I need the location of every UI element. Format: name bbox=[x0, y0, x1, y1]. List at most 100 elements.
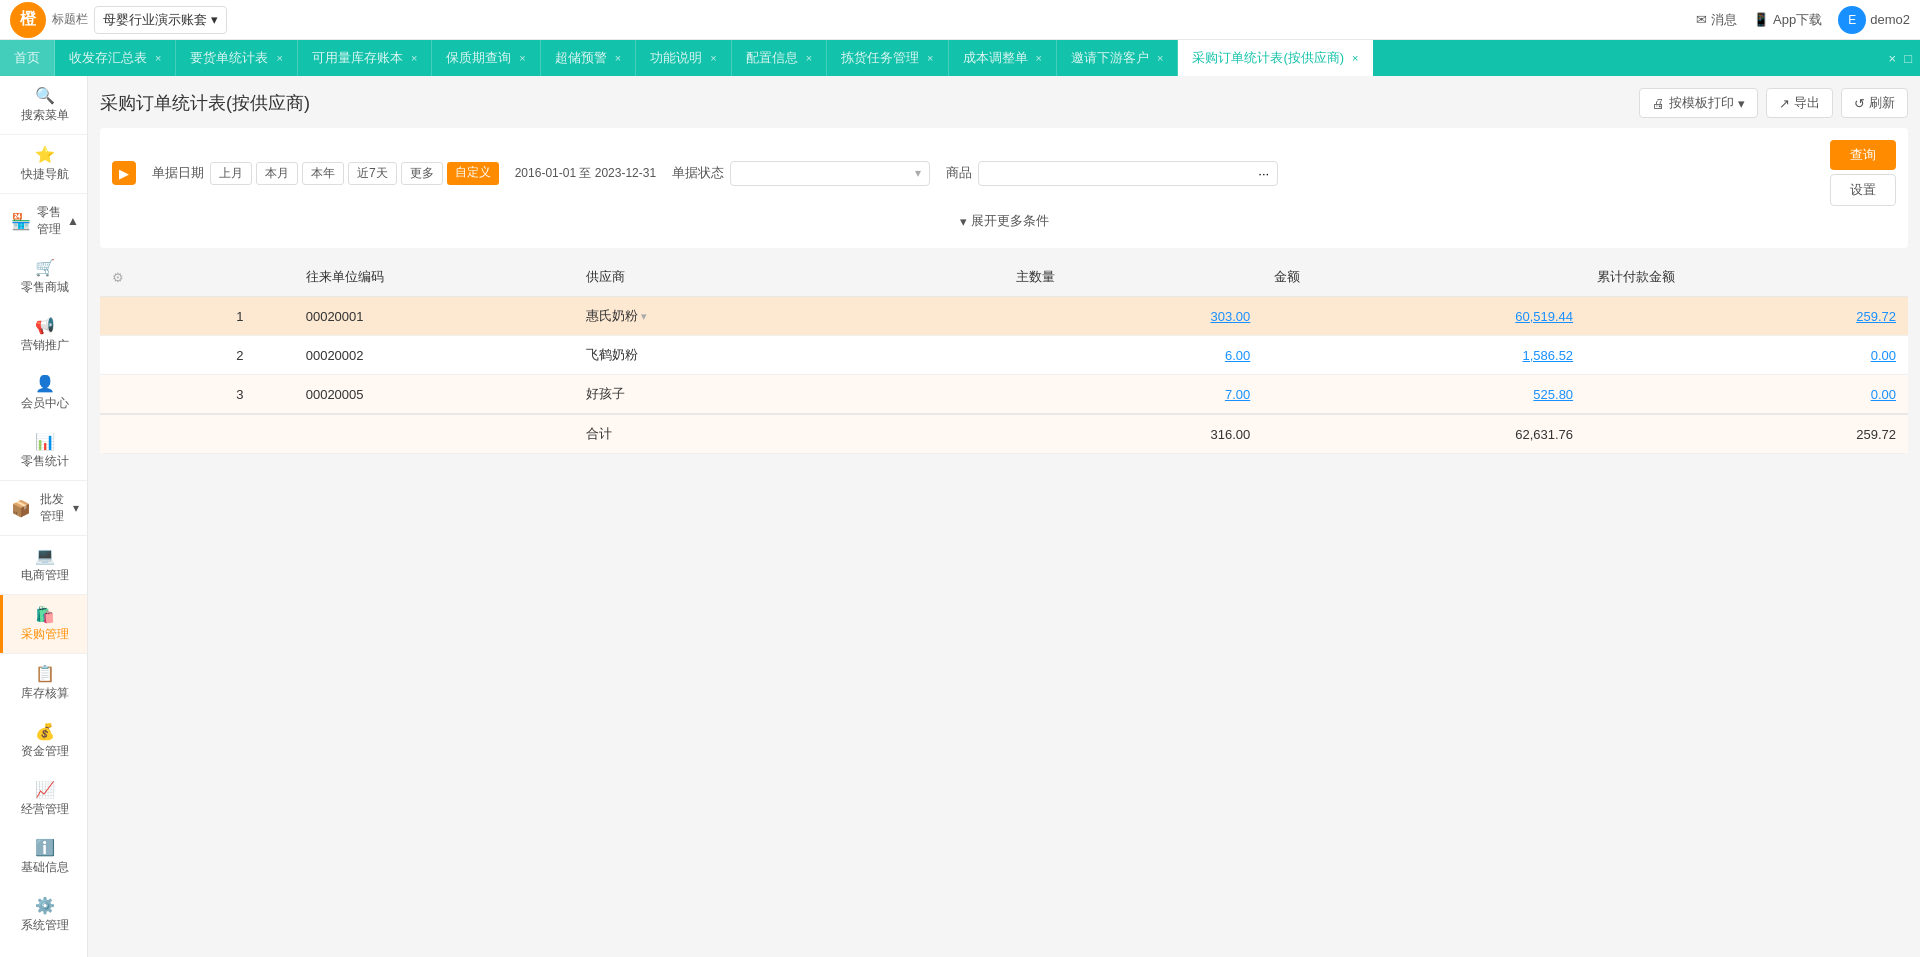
table-header: ⚙ 往来单位编码 供应商 主数量 金额 累计付款金额 bbox=[100, 258, 1908, 297]
sidebar-item-search[interactable]: 🔍 搜索菜单 bbox=[0, 76, 87, 134]
close-icon[interactable]: × bbox=[411, 52, 417, 64]
expand-more-btn[interactable]: ▾ 展开更多条件 bbox=[960, 212, 1049, 230]
paid-link[interactable]: 259.72 bbox=[1856, 309, 1896, 324]
close-icon[interactable]: × bbox=[1036, 52, 1042, 64]
table-body: 1 00020001 惠氏奶粉 ▾ 303.00 60,519.44 bbox=[100, 297, 1908, 415]
qty-link[interactable]: 303.00 bbox=[1210, 309, 1250, 324]
print-button[interactable]: 🖨 按模板打印 ▾ bbox=[1639, 88, 1758, 118]
product-filter-wrap[interactable]: ··· bbox=[978, 161, 1278, 186]
sidebar-item-member[interactable]: 👤 会员中心 bbox=[0, 364, 87, 422]
close-icon[interactable]: × bbox=[155, 52, 161, 64]
tab-end-buttons: × □ bbox=[1889, 51, 1920, 66]
maximize-btn[interactable]: □ bbox=[1904, 51, 1912, 66]
close-icon[interactable]: × bbox=[806, 52, 812, 64]
sidebar-item-label: 库存核算 bbox=[21, 685, 69, 702]
paid-link[interactable]: 0.00 bbox=[1871, 387, 1896, 402]
tab-order-stats[interactable]: 要货单统计表 × bbox=[176, 40, 297, 76]
close-icon[interactable]: × bbox=[927, 52, 933, 64]
sidebar-item-inventory[interactable]: 📋 库存核算 bbox=[0, 654, 87, 712]
sidebar-item-system[interactable]: ⚙️ 系统管理 bbox=[0, 886, 87, 944]
tab-invite-downstream[interactable]: 邀请下游客户 × bbox=[1057, 40, 1178, 76]
sidebar-item-wholesale[interactable]: 📦 批发管理 ▾ bbox=[0, 481, 87, 535]
date-btn-last-month[interactable]: 上月 bbox=[210, 162, 252, 185]
col-gear[interactable]: ⚙ bbox=[100, 258, 186, 297]
sidebar-item-retail-stats[interactable]: 📊 零售统计 bbox=[0, 422, 87, 480]
app-download-btn[interactable]: 📱 App下载 bbox=[1753, 11, 1822, 29]
settings-button[interactable]: 设置 bbox=[1830, 174, 1896, 206]
close-icon[interactable]: × bbox=[276, 52, 282, 64]
filter-date-item: 单据日期 上月 本月 本年 近7天 更多 自定义 bbox=[152, 162, 499, 185]
sidebar-item-marketing[interactable]: 📢 营销推广 bbox=[0, 306, 87, 364]
close-icon[interactable]: × bbox=[710, 52, 716, 64]
printer-icon: 🖨 bbox=[1652, 96, 1665, 111]
message-btn[interactable]: ✉ 消息 bbox=[1696, 11, 1737, 29]
close-all-btn[interactable]: × bbox=[1889, 51, 1897, 66]
tab-picking-task[interactable]: 拣货任务管理 × bbox=[827, 40, 948, 76]
sidebar-item-label: 采购管理 bbox=[21, 626, 69, 643]
product-filter-input[interactable] bbox=[987, 166, 1258, 181]
tab-available-stock[interactable]: 可用量库存账本 × bbox=[298, 40, 432, 76]
close-icon[interactable]: × bbox=[519, 52, 525, 64]
table-row[interactable]: 2 00020002 飞鹤奶粉 6.00 1,586.52 0.00 bbox=[100, 336, 1908, 375]
paid-link[interactable]: 0.00 bbox=[1871, 348, 1896, 363]
sidebar-item-label: 基础信息 bbox=[21, 859, 69, 876]
tab-config-info[interactable]: 配置信息 × bbox=[732, 40, 827, 76]
qty-link[interactable]: 6.00 bbox=[1225, 348, 1250, 363]
close-icon[interactable]: × bbox=[1352, 52, 1358, 64]
expand-row-icon[interactable]: ▾ bbox=[641, 310, 647, 322]
tab-home[interactable]: 首页 bbox=[0, 40, 55, 76]
date-btn-more[interactable]: 更多 bbox=[401, 162, 443, 185]
row-check[interactable] bbox=[100, 336, 186, 375]
row-check[interactable] bbox=[100, 297, 186, 336]
tab-label: 成本调整单 bbox=[963, 49, 1028, 67]
workspace-selector[interactable]: 母婴行业演示账套 ▾ bbox=[94, 6, 227, 34]
sidebar-group-quicknav: ⭐ 快捷导航 bbox=[0, 135, 87, 194]
sidebar-item-ops[interactable]: 📈 经营管理 bbox=[0, 770, 87, 828]
sidebar-item-basic-info[interactable]: ℹ️ 基础信息 bbox=[0, 828, 87, 886]
sidebar-item-quicknav[interactable]: ⭐ 快捷导航 bbox=[0, 135, 87, 193]
user-profile[interactable]: E demo2 bbox=[1838, 6, 1910, 34]
tab-expiry-query[interactable]: 保质期查询 × bbox=[432, 40, 540, 76]
table-row[interactable]: 1 00020001 惠氏奶粉 ▾ 303.00 60,519.44 bbox=[100, 297, 1908, 336]
filter-toggle-btn[interactable]: ▶ bbox=[112, 161, 136, 185]
date-btn-7days[interactable]: 近7天 bbox=[348, 162, 397, 185]
close-icon[interactable]: × bbox=[615, 52, 621, 64]
amount-link[interactable]: 525.80 bbox=[1533, 387, 1573, 402]
date-range-display: 2016-01-01 至 2023-12-31 bbox=[515, 165, 656, 182]
row-paid: 0.00 bbox=[1585, 375, 1908, 415]
sidebar-item-retail-shop[interactable]: 🛒 零售商城 bbox=[0, 248, 87, 306]
export-label: 导出 bbox=[1794, 94, 1820, 112]
tab-function-desc[interactable]: 功能说明 × bbox=[636, 40, 731, 76]
sidebar-item-retail-mgmt[interactable]: 🏪 零售管理 ▲ bbox=[0, 194, 87, 248]
tab-label: 邀请下游客户 bbox=[1071, 49, 1149, 67]
close-icon[interactable]: × bbox=[1157, 52, 1163, 64]
tab-overstock-warning[interactable]: 超储预警 × bbox=[541, 40, 636, 76]
custom-tag: 自定义 bbox=[447, 162, 499, 185]
col-amount-header: 金额 bbox=[1262, 258, 1585, 297]
row-check[interactable] bbox=[100, 375, 186, 415]
amount-link[interactable]: 1,586.52 bbox=[1522, 348, 1573, 363]
query-button[interactable]: 查询 bbox=[1830, 140, 1896, 170]
date-btn-this-month[interactable]: 本月 bbox=[256, 162, 298, 185]
status-filter-wrap[interactable]: ▾ bbox=[730, 161, 930, 186]
qty-link[interactable]: 7.00 bbox=[1225, 387, 1250, 402]
tab-label: 可用量库存账本 bbox=[312, 49, 403, 67]
tab-cost-adjust[interactable]: 成本调整单 × bbox=[949, 40, 1057, 76]
tab-label: 要货单统计表 bbox=[190, 49, 268, 67]
amount-link[interactable]: 60,519.44 bbox=[1515, 309, 1573, 324]
sidebar-item-purchase[interactable]: 🛍️ 采购管理 bbox=[0, 595, 87, 653]
sidebar-item-collab[interactable]: 🤝 企业协同 bbox=[0, 944, 87, 957]
tab-label: 拣货任务管理 bbox=[841, 49, 919, 67]
tab-stock-summary[interactable]: 收发存汇总表 × bbox=[55, 40, 176, 76]
expand-label: 展开更多条件 bbox=[971, 212, 1049, 230]
tab-purchase-stats[interactable]: 采购订单统计表(按供应商) × bbox=[1178, 40, 1373, 76]
status-filter-input[interactable] bbox=[739, 166, 911, 181]
data-table: ⚙ 往来单位编码 供应商 主数量 金额 累计付款金额 bbox=[100, 258, 1908, 454]
table-row[interactable]: 3 00020005 好孩子 7.00 525.80 0.00 bbox=[100, 375, 1908, 415]
export-button[interactable]: ↗ 导出 bbox=[1766, 88, 1833, 118]
col-qty-header: 主数量 bbox=[1004, 258, 1262, 297]
refresh-button[interactable]: ↺ 刷新 bbox=[1841, 88, 1908, 118]
date-btn-this-year[interactable]: 本年 bbox=[302, 162, 344, 185]
sidebar-item-ecommerce[interactable]: 💻 电商管理 bbox=[0, 536, 87, 594]
sidebar-item-finance[interactable]: 💰 资金管理 bbox=[0, 712, 87, 770]
